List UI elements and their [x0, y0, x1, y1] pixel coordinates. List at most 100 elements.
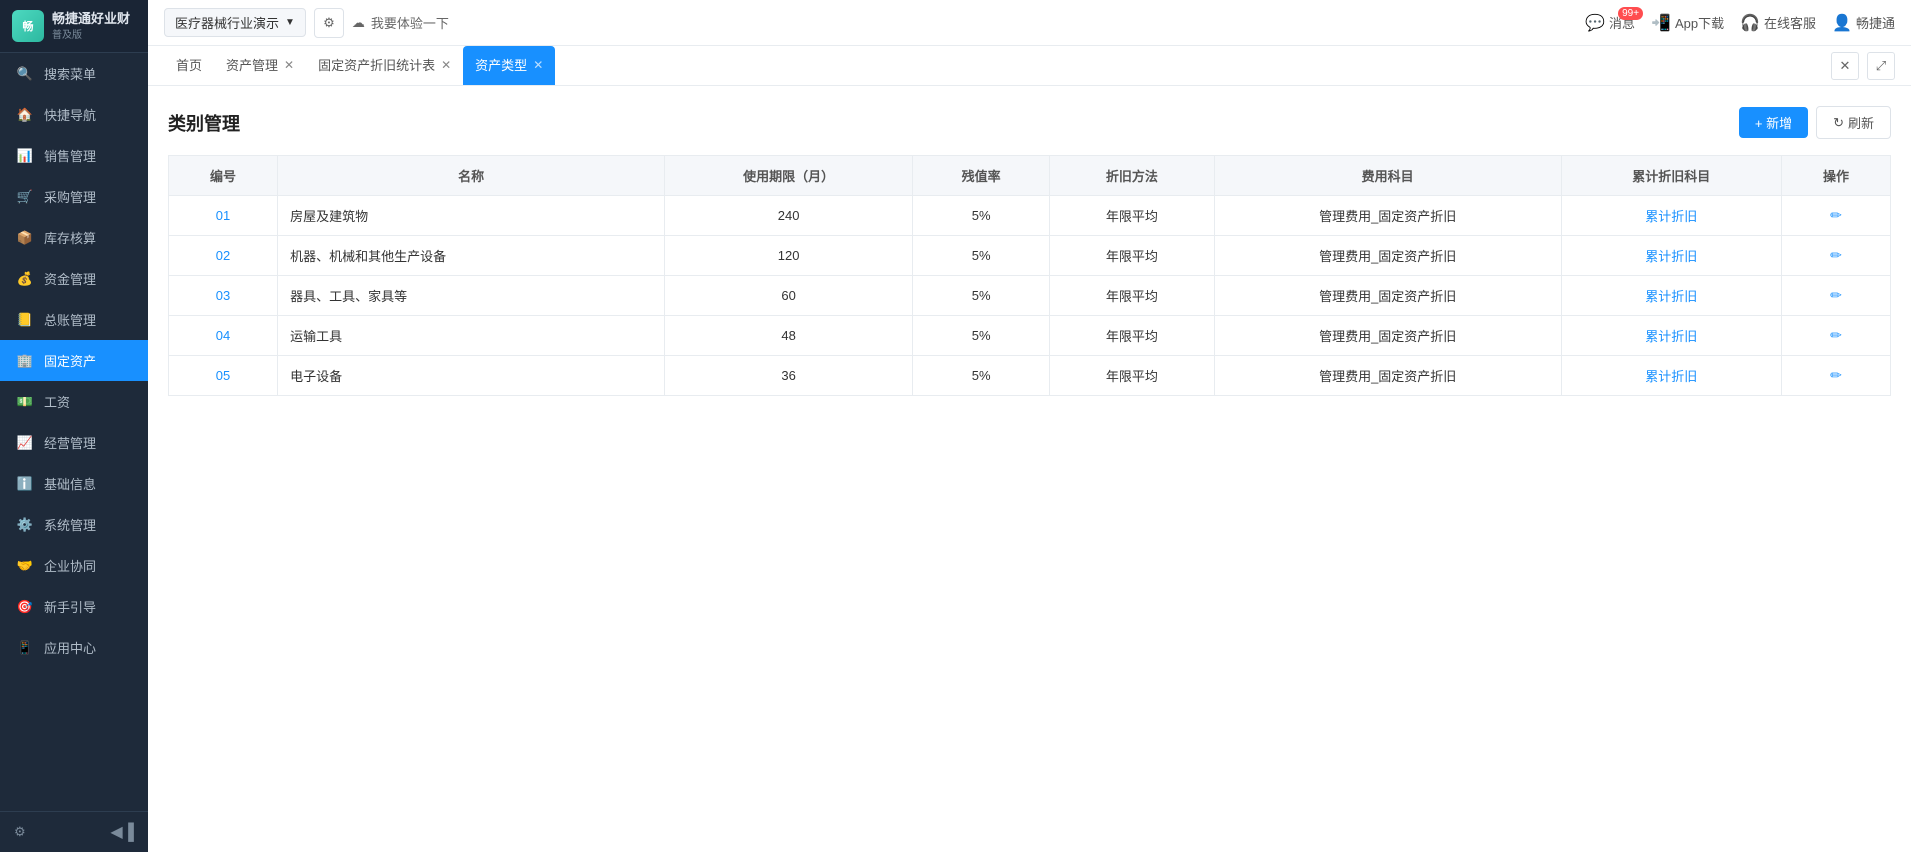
- col-action: 操作: [1781, 156, 1890, 196]
- app-logo: 畅: [12, 10, 44, 42]
- edit-icon[interactable]: ✏: [1830, 247, 1842, 263]
- collapse-icon[interactable]: ◀▐: [110, 822, 134, 842]
- cell-name: 电子设备: [278, 356, 665, 396]
- page-header: 类别管理 + 新增 ↻ 刷新: [168, 106, 1891, 139]
- refresh-icon: ↻: [1833, 115, 1844, 131]
- sidebar-item-label: 采购管理: [44, 187, 96, 206]
- sidebar-item-label: 资金管理: [44, 269, 96, 288]
- sidebar-nav: 🔍 搜索菜单 🏠 快捷导航 📊 销售管理 🛒 采购管理 📦 库存核算 💰 资金管…: [0, 53, 148, 811]
- edit-icon[interactable]: ✏: [1830, 207, 1842, 223]
- online-service-label: 在线客服: [1764, 13, 1816, 32]
- sidebar-item-app-center[interactable]: 📱 应用中心: [0, 627, 148, 668]
- sidebar-item-capital[interactable]: 💰 资金管理: [0, 258, 148, 299]
- edit-icon[interactable]: ✏: [1830, 327, 1842, 343]
- messages-button[interactable]: 💬 消息 99+: [1585, 13, 1635, 33]
- user-menu[interactable]: 👤 畅捷通: [1832, 13, 1895, 33]
- cell-expense: 管理费用_固定资产折旧: [1214, 236, 1561, 276]
- download-icon: 📲: [1651, 13, 1671, 33]
- tab-close-button[interactable]: ✕: [1831, 52, 1859, 80]
- tabs-bar: 首页 资产管理 ✕ 固定资产折旧统计表 ✕ 资产类型 ✕ ✕ ⤢: [148, 46, 1911, 86]
- content-area: 类别管理 + 新增 ↻ 刷新 编号 名称 使用期限（月） 残值率 折旧方法 费用…: [148, 86, 1911, 852]
- sidebar-item-label: 新手引导: [44, 597, 96, 616]
- col-id: 编号: [169, 156, 278, 196]
- sidebar-item-inventory[interactable]: 📦 库存核算: [0, 217, 148, 258]
- app-download-button[interactable]: 📲 App下载: [1651, 13, 1724, 33]
- guide-icon: 🎯: [16, 598, 34, 616]
- tab-expand-button[interactable]: ⤢: [1867, 52, 1895, 80]
- table-row: 05 电子设备 36 5% 年限平均 管理费用_固定资产折旧 累计折旧 ✏: [169, 356, 1891, 396]
- tab-fixed-asset-stat[interactable]: 固定资产折旧统计表 ✕: [306, 46, 463, 85]
- cell-residual: 5%: [913, 316, 1050, 356]
- sidebar-item-label: 系统管理: [44, 515, 96, 534]
- demo-selector[interactable]: 医疗器械行业演示 ▼: [164, 8, 306, 37]
- tab-home[interactable]: 首页: [164, 46, 214, 85]
- cell-method: 年限平均: [1050, 196, 1215, 236]
- app-title: 畅捷通好业财: [52, 11, 130, 27]
- sidebar-header: 畅 畅捷通好业财 普及版: [0, 0, 148, 53]
- topnav: 医疗器械行业演示 ▼ ⚙ ☁ 我要体验一下 💬 消息 99+ 📲 App下载: [148, 0, 1911, 46]
- tab-home-label: 首页: [176, 55, 202, 74]
- settings-button[interactable]: ⚙: [314, 8, 344, 38]
- sidebar-item-search[interactable]: 🔍 搜索菜单: [0, 53, 148, 94]
- table-body: 01 房屋及建筑物 240 5% 年限平均 管理费用_固定资产折旧 累计折旧 ✏…: [169, 196, 1891, 396]
- sidebar-item-basic-info[interactable]: ℹ️ 基础信息: [0, 463, 148, 504]
- sidebar-item-system[interactable]: ⚙️ 系统管理: [0, 504, 148, 545]
- experience-button[interactable]: ☁ 我要体验一下: [352, 13, 449, 32]
- chart-icon: 📊: [16, 147, 34, 165]
- sidebar-item-quick-nav[interactable]: 🏠 快捷导航: [0, 94, 148, 135]
- cell-name: 器具、工具、家具等: [278, 276, 665, 316]
- cell-accumulated: 累计折旧: [1561, 276, 1781, 316]
- settings-gear-icon[interactable]: ⚙: [14, 824, 26, 840]
- edit-icon[interactable]: ✏: [1830, 287, 1842, 303]
- sidebar-item-payroll[interactable]: 💵 工资: [0, 381, 148, 422]
- table-row: 02 机器、机械和其他生产设备 120 5% 年限平均 管理费用_固定资产折旧 …: [169, 236, 1891, 276]
- tab-asset-type-close[interactable]: ✕: [533, 58, 543, 72]
- sidebar-item-ledger[interactable]: 📒 总账管理: [0, 299, 148, 340]
- sidebar-item-purchase[interactable]: 🛒 采购管理: [0, 176, 148, 217]
- category-table: 编号 名称 使用期限（月） 残值率 折旧方法 费用科目 累计折旧科目 操作 01…: [168, 155, 1891, 396]
- tab-fixed-asset-stat-close[interactable]: ✕: [441, 58, 451, 72]
- cell-action: ✏: [1781, 316, 1890, 356]
- ops-icon: 📈: [16, 434, 34, 452]
- box-icon: 📦: [16, 229, 34, 247]
- handshake-icon: 🤝: [16, 557, 34, 575]
- sidebar-item-fixed-assets[interactable]: 🏢 固定资产: [0, 340, 148, 381]
- sidebar-item-cooperation[interactable]: 🤝 企业协同: [0, 545, 148, 586]
- ledger-icon: 📒: [16, 311, 34, 329]
- new-button[interactable]: + 新增: [1739, 107, 1808, 138]
- sidebar-item-label: 搜索菜单: [44, 64, 96, 83]
- table-header: 编号 名称 使用期限（月） 残值率 折旧方法 费用科目 累计折旧科目 操作: [169, 156, 1891, 196]
- close-icon: ✕: [1840, 58, 1851, 74]
- app-download-label: App下载: [1675, 13, 1724, 32]
- col-accumulated: 累计折旧科目: [1561, 156, 1781, 196]
- sidebar-item-operations[interactable]: 📈 经营管理: [0, 422, 148, 463]
- cell-method: 年限平均: [1050, 236, 1215, 276]
- cell-period: 48: [665, 316, 913, 356]
- cell-id: 02: [169, 236, 278, 276]
- sidebar-item-sales[interactable]: 📊 销售管理: [0, 135, 148, 176]
- user-label: 畅捷通: [1856, 13, 1895, 32]
- table-row: 04 运输工具 48 5% 年限平均 管理费用_固定资产折旧 累计折旧 ✏: [169, 316, 1891, 356]
- edit-icon[interactable]: ✏: [1830, 367, 1842, 383]
- headset-icon: 🎧: [1740, 13, 1760, 33]
- cell-name: 机器、机械和其他生产设备: [278, 236, 665, 276]
- tab-asset-type-label: 资产类型: [475, 55, 527, 74]
- sidebar-item-guide[interactable]: 🎯 新手引导: [0, 586, 148, 627]
- col-expense: 费用科目: [1214, 156, 1561, 196]
- cell-residual: 5%: [913, 236, 1050, 276]
- sidebar-item-label: 基础信息: [44, 474, 96, 493]
- cell-residual: 5%: [913, 356, 1050, 396]
- online-service-button[interactable]: 🎧 在线客服: [1740, 13, 1816, 33]
- user-icon: 👤: [1832, 13, 1852, 33]
- cell-id: 03: [169, 276, 278, 316]
- tab-asset-type[interactable]: 资产类型 ✕: [463, 46, 555, 85]
- cell-period: 36: [665, 356, 913, 396]
- page-actions: + 新增 ↻ 刷新: [1739, 106, 1891, 139]
- demo-label: 医疗器械行业演示: [175, 13, 279, 32]
- tab-asset-mgmt-close[interactable]: ✕: [284, 58, 294, 72]
- refresh-button[interactable]: ↻ 刷新: [1816, 106, 1891, 139]
- cell-accumulated: 累计折旧: [1561, 236, 1781, 276]
- cart-icon: 🛒: [16, 188, 34, 206]
- tab-asset-mgmt[interactable]: 资产管理 ✕: [214, 46, 306, 85]
- cell-accumulated: 累计折旧: [1561, 196, 1781, 236]
